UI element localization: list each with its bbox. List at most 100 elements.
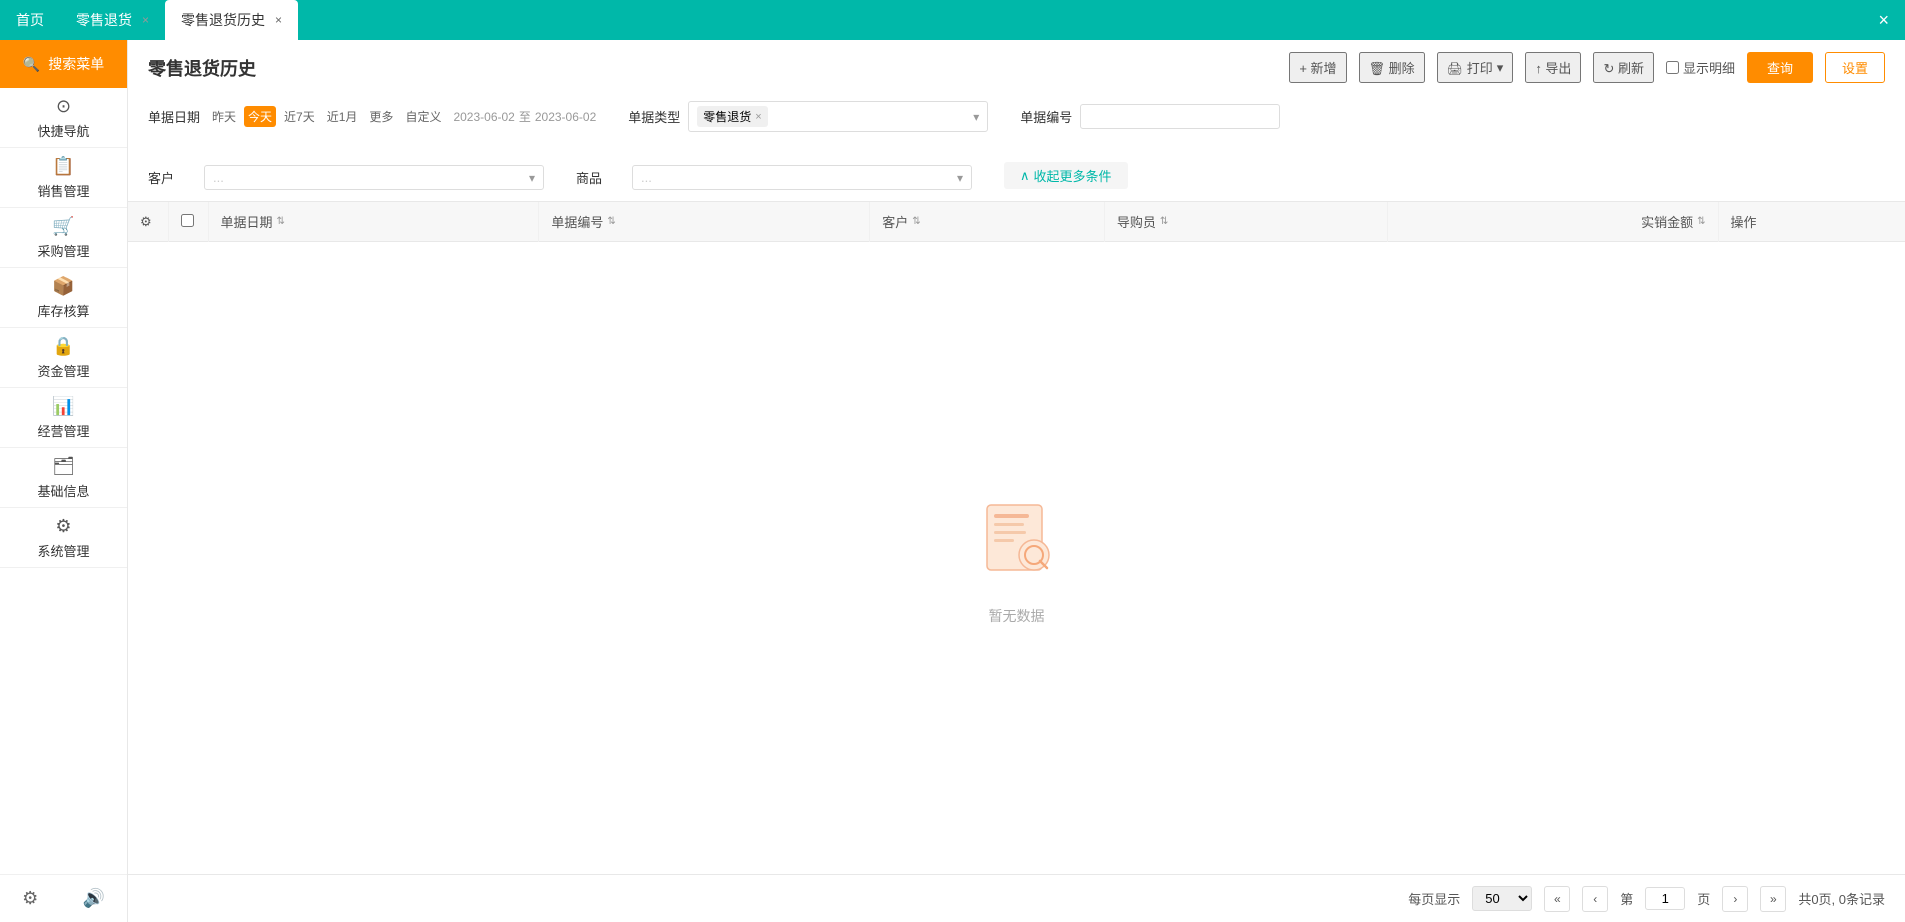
display-toggle-label: 显示明细 (1683, 58, 1735, 77)
customer-filter: 客户 ... ▾ (148, 165, 544, 190)
empty-state-icon (967, 490, 1067, 590)
table-header-row: ⚙ 单据日期 ⇅ 单据编号 (128, 202, 1905, 242)
sidebar-search[interactable]: 🔍 搜索菜单 (0, 40, 127, 88)
system-icon: ⚙ (55, 516, 71, 537)
main-layout: 🔍 搜索菜单 ⊙ 快捷导航 📋 销售管理 🛒 采购管理 📦 库存核算 🔒 资金管… (0, 40, 1905, 922)
sidebar-item-label: 快捷导航 (37, 121, 89, 140)
date-from: 2023-06-02 (453, 110, 514, 124)
voucher-no-input[interactable] (1080, 104, 1280, 129)
more-btn[interactable]: 更多 (365, 106, 397, 127)
prev-page-btn[interactable]: ‹ (1582, 886, 1608, 912)
custom-btn[interactable]: 自定义 (401, 106, 445, 127)
tab-retail-return[interactable]: 零售退货 × (60, 0, 165, 40)
date-range: 2023-06-02 至 2023-06-02 (453, 108, 596, 125)
sidebar-item-label: 销售管理 (37, 181, 89, 200)
voucher-type-select[interactable]: 零售退货 × ▾ (688, 101, 988, 132)
sidebar-item-quick-nav[interactable]: ⊙ 快捷导航 (0, 88, 127, 148)
th-guide-sort[interactable]: 导购员 ⇅ (1117, 212, 1375, 231)
th-customer-label: 客户 (882, 212, 908, 231)
th-action: 操作 (1718, 202, 1905, 242)
collapse-label: 收起更多条件 (1034, 166, 1112, 185)
settings-btn[interactable]: 设置 (1825, 52, 1885, 83)
page-label: 第 (1620, 889, 1633, 908)
th-guide[interactable]: 导购员 ⇅ (1104, 202, 1387, 242)
th-customer[interactable]: 客户 ⇅ (870, 202, 1105, 242)
goods-select[interactable]: ... ▾ (632, 165, 972, 190)
th-checkbox[interactable] (168, 202, 208, 242)
tab-home[interactable]: 首页 (0, 0, 60, 40)
collapse-filters-btn[interactable]: ∧ 收起更多条件 (1004, 162, 1128, 189)
th-date[interactable]: 单据日期 ⇅ (208, 202, 539, 242)
sidebar-volume-btn[interactable]: 🔊 (82, 888, 104, 909)
display-toggle-checkbox[interactable] (1666, 61, 1679, 74)
next-page-btn[interactable]: › (1722, 886, 1748, 912)
total-info: 共0页, 0条记录 (1798, 889, 1885, 908)
tab-retail-return-history-close[interactable]: × (275, 13, 282, 27)
no-sort-icon: ⇅ (607, 216, 615, 227)
last1m-btn[interactable]: 近1月 (323, 106, 362, 127)
sidebar-item-operations[interactable]: 📊 经营管理 (0, 388, 127, 448)
collapse-icon: ∧ (1020, 168, 1030, 184)
th-amount[interactable]: 实销金额 ⇅ (1387, 202, 1718, 242)
voucher-type-filter: 单据类型 零售退货 × ▾ (628, 101, 988, 132)
query-btn[interactable]: 查询 (1747, 52, 1813, 83)
goods-placeholder: ... (641, 170, 652, 185)
th-amount-sort[interactable]: 实销金额 ⇅ (1400, 212, 1706, 231)
sidebar-bottom: ⚙ 🔊 (0, 874, 127, 922)
sidebar-item-sales-mgmt[interactable]: 📋 销售管理 (0, 148, 127, 208)
voucher-type-tag-close[interactable]: × (755, 111, 761, 123)
th-no[interactable]: 单据编号 ⇅ (539, 202, 870, 242)
export-btn[interactable]: ↑ 导出 (1525, 52, 1581, 83)
refresh-btn[interactable]: ↻ 刷新 (1593, 52, 1654, 83)
voucher-type-tag: 零售退货 × (697, 106, 767, 127)
sidebar-item-basic-info[interactable]: 🗂 基础信息 (0, 448, 127, 508)
sidebar-item-system-mgmt[interactable]: ⚙ 系统管理 (0, 508, 127, 568)
sidebar-item-inventory[interactable]: 📦 库存核算 (0, 268, 127, 328)
customer-select[interactable]: ... ▾ (204, 165, 544, 190)
sidebar-item-purchase-mgmt[interactable]: 🛒 采购管理 (0, 208, 127, 268)
th-date-sort[interactable]: 单据日期 ⇅ (221, 212, 527, 231)
date-separator: 至 (519, 108, 531, 125)
query-btn-label: 查询 (1767, 61, 1793, 76)
print-btn[interactable]: 🖨 打印 ▾ (1437, 52, 1514, 83)
sidebar-item-finance[interactable]: 🔒 资金管理 (0, 328, 127, 388)
guide-sort-icon: ⇅ (1160, 216, 1168, 227)
page-size-select[interactable]: 50 20 100 (1472, 886, 1532, 911)
new-btn[interactable]: + 新增 (1289, 52, 1346, 83)
sidebar-item-label: 系统管理 (37, 541, 89, 560)
sidebar-item-label: 经营管理 (37, 421, 89, 440)
sidebar: 🔍 搜索菜单 ⊙ 快捷导航 📋 销售管理 🛒 采购管理 📦 库存核算 🔒 资金管… (0, 40, 128, 922)
filter-row-1: 单据日期 昨天 今天 近7天 近1月 更多 自定义 2023-06-02 至 2… (148, 93, 1885, 140)
th-customer-sort[interactable]: 客户 ⇅ (882, 212, 1092, 231)
th-action-label: 操作 (1731, 215, 1757, 230)
pagination-bar: 每页显示 50 20 100 « ‹ 第 页 › » 共0页, 0条记录 (128, 874, 1905, 922)
data-table: ⚙ 单据日期 ⇅ 单据编号 (128, 202, 1905, 242)
select-all-checkbox[interactable] (181, 214, 194, 227)
th-no-label: 单据编号 (551, 212, 603, 231)
date-filter-label: 单据日期 (148, 107, 200, 126)
th-settings[interactable]: ⚙ (128, 202, 168, 242)
delete-btn[interactable]: 🗑 删除 (1359, 52, 1425, 83)
voucher-type-label: 单据类型 (628, 107, 680, 126)
th-no-sort[interactable]: 单据编号 ⇅ (551, 212, 857, 231)
page-title: 零售退货历史 (148, 55, 256, 81)
settings-btn-label: 设置 (1842, 61, 1868, 76)
today-btn[interactable]: 今天 (244, 106, 276, 127)
page-input[interactable] (1645, 887, 1685, 910)
customer-label: 客户 (148, 168, 196, 187)
voucher-type-arrow: ▾ (973, 110, 979, 124)
th-guide-label: 导购员 (1117, 212, 1156, 231)
tab-retail-return-close[interactable]: × (142, 13, 149, 27)
last-page-btn[interactable]: » (1760, 886, 1786, 912)
first-page-btn[interactable]: « (1544, 886, 1570, 912)
voucher-no-filter: 单据编号 (1020, 104, 1280, 129)
delete-btn-label: 🗑 删除 (1369, 58, 1415, 77)
last-page-icon: » (1770, 892, 1777, 906)
yesterday-btn[interactable]: 昨天 (208, 106, 240, 127)
window-close-btn[interactable]: × (1862, 10, 1905, 31)
sidebar-item-label: 资金管理 (37, 361, 89, 380)
sidebar-gear-btn[interactable]: ⚙ (22, 888, 38, 909)
last7-btn[interactable]: 近7天 (280, 106, 319, 127)
page-size-label: 每页显示 (1408, 889, 1460, 908)
tab-retail-return-history[interactable]: 零售退货历史 × (165, 0, 298, 40)
